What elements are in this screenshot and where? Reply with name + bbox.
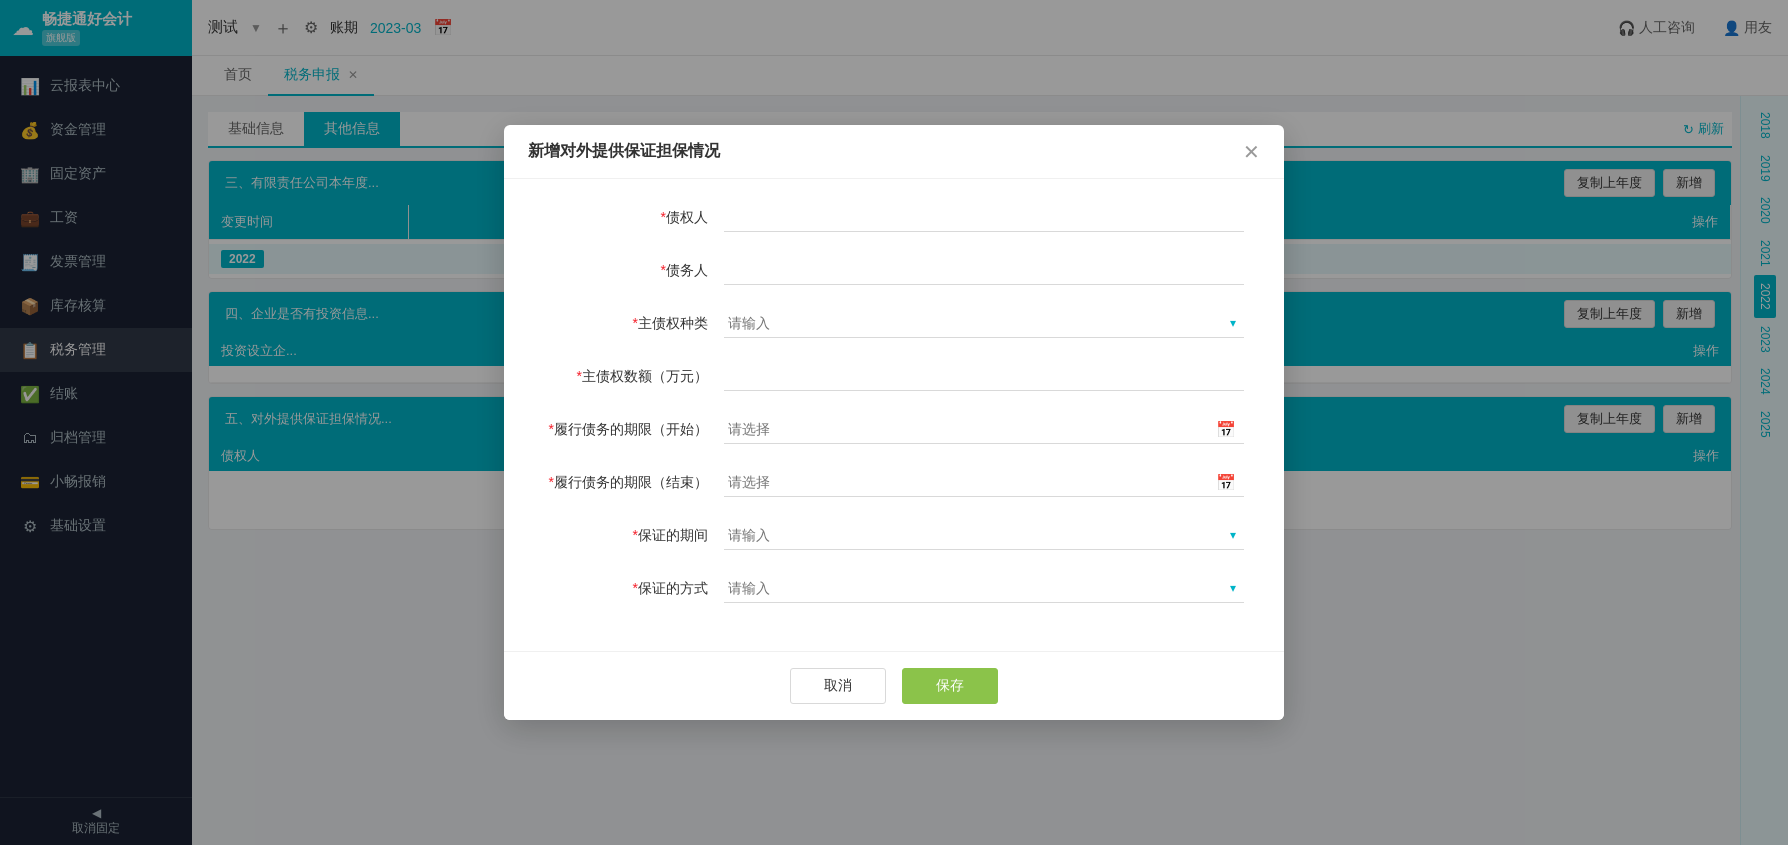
period-start-date-wrap: 📅: [724, 415, 1244, 444]
period-start-label: *履行债务的期限（开始）: [544, 421, 724, 439]
period-end-input[interactable]: [724, 468, 1208, 496]
guarantee-method-input[interactable]: [724, 574, 1222, 602]
claim-amount-input[interactable]: [724, 362, 1244, 391]
form-row-debtor: *债务人: [544, 256, 1244, 285]
guarantee-period-select-wrap: ▾: [724, 521, 1244, 550]
period-end-label: *履行债务的期限（结束）: [544, 474, 724, 492]
save-button[interactable]: 保存: [902, 668, 998, 704]
debtor-input[interactable]: [724, 256, 1244, 285]
guarantee-period-chevron-icon[interactable]: ▾: [1222, 524, 1244, 546]
dialog-footer: 取消 保存: [504, 651, 1284, 720]
form-row-guarantee-period: *保证的期间 ▾: [544, 521, 1244, 550]
dialog-close-button[interactable]: ✕: [1243, 142, 1260, 162]
dialog-title: 新增对外提供保证担保情况: [528, 141, 720, 162]
form-row-claim-amount: *主债权数额（万元）: [544, 362, 1244, 391]
period-end-date-wrap: 📅: [724, 468, 1244, 497]
form-row-guarantee-method: *保证的方式 ▾: [544, 574, 1244, 603]
guarantee-period-input[interactable]: [724, 521, 1222, 549]
guarantee-period-label: *保证的期间: [544, 527, 724, 545]
dialog-header: 新增对外提供保证担保情况 ✕: [504, 125, 1284, 179]
cancel-button[interactable]: 取消: [790, 668, 886, 704]
claim-type-input[interactable]: [724, 309, 1222, 337]
period-start-calendar-icon[interactable]: 📅: [1208, 416, 1244, 443]
dialog: 新增对外提供保证担保情况 ✕ *债权人 *债务人 *主债权种类: [504, 125, 1284, 720]
guarantee-method-select-wrap: ▾: [724, 574, 1244, 603]
form-row-period-start: *履行债务的期限（开始） 📅: [544, 415, 1244, 444]
creditor-input[interactable]: [724, 203, 1244, 232]
form-row-claim-type: *主债权种类 ▾: [544, 309, 1244, 338]
debtor-label: *债务人: [544, 262, 724, 280]
form-row-creditor: *债权人: [544, 203, 1244, 232]
creditor-label: *债权人: [544, 209, 724, 227]
claim-type-chevron-icon[interactable]: ▾: [1222, 312, 1244, 334]
dialog-overlay: 新增对外提供保证担保情况 ✕ *债权人 *债务人 *主债权种类: [0, 0, 1788, 845]
claim-type-select-wrap: ▾: [724, 309, 1244, 338]
form-row-period-end: *履行债务的期限（结束） 📅: [544, 468, 1244, 497]
claim-type-label: *主债权种类: [544, 315, 724, 333]
guarantee-method-chevron-icon[interactable]: ▾: [1222, 577, 1244, 599]
period-start-input[interactable]: [724, 415, 1208, 443]
claim-amount-label: *主债权数额（万元）: [544, 368, 724, 386]
dialog-body: *债权人 *债务人 *主债权种类 ▾: [504, 179, 1284, 651]
guarantee-method-label: *保证的方式: [544, 580, 724, 598]
period-end-calendar-icon[interactable]: 📅: [1208, 469, 1244, 496]
